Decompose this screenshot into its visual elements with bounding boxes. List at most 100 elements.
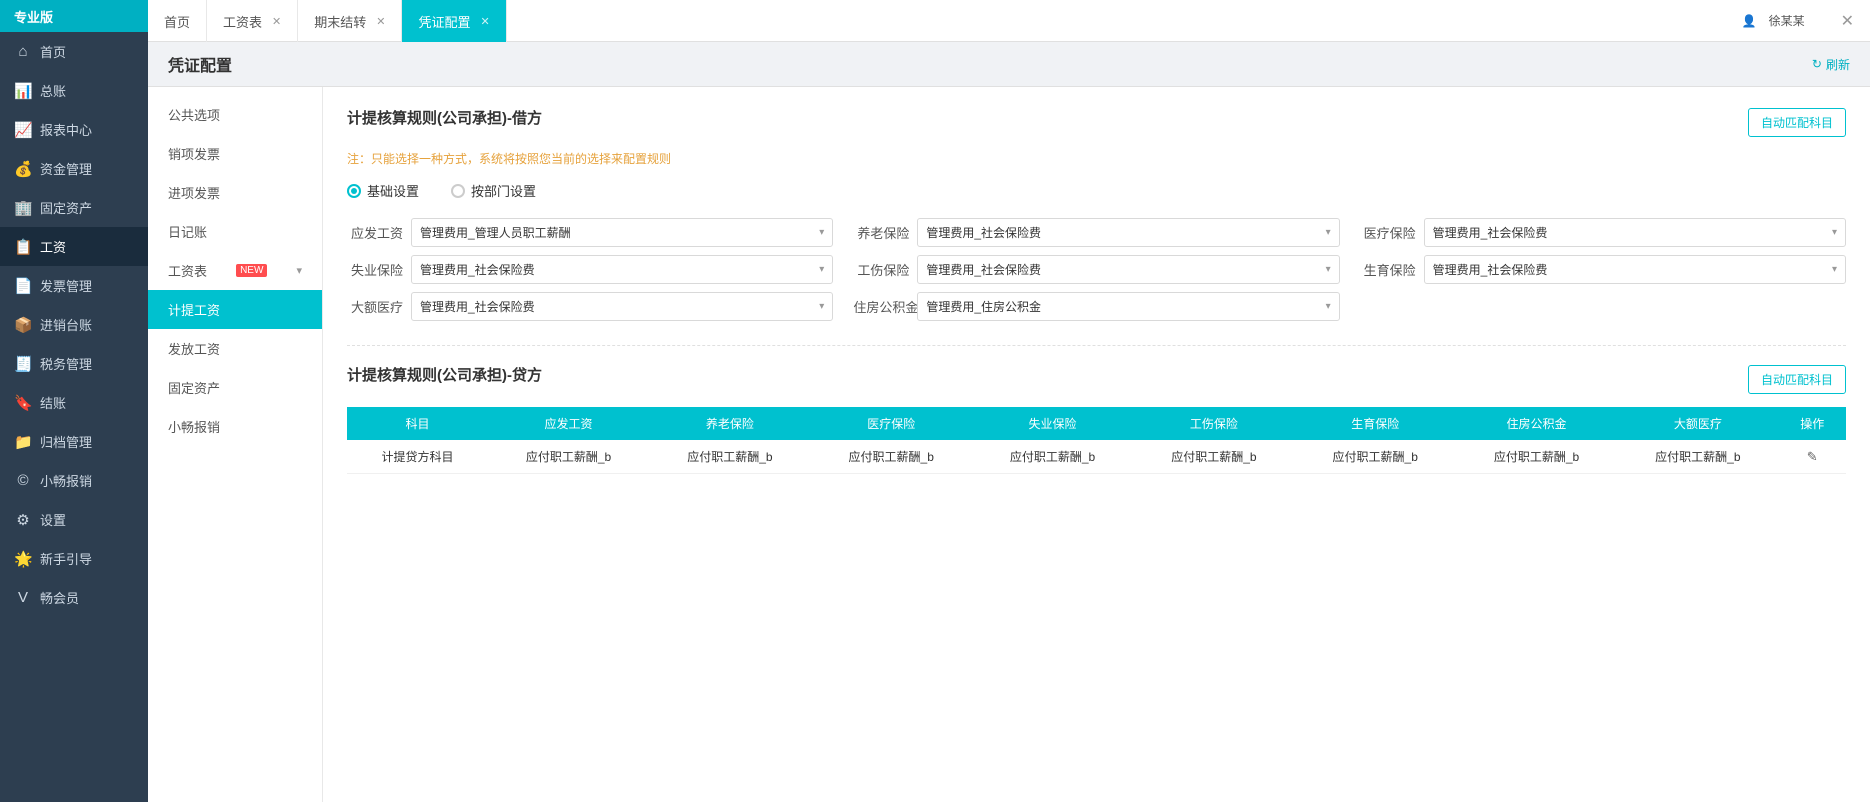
- sidebar-item-salary[interactable]: 📋工资: [0, 227, 148, 266]
- sidebar-item-settings[interactable]: ⚙设置: [0, 500, 148, 539]
- edit-icon[interactable]: ✎: [1807, 449, 1818, 464]
- left-nav-item-xiaochang-expense[interactable]: 小畅报销: [148, 407, 322, 446]
- cell-action[interactable]: ✎: [1779, 440, 1846, 474]
- topbar-right: 👤 徐某某: [1742, 12, 1825, 29]
- sidebar-item-home[interactable]: ⌂首页: [0, 32, 148, 71]
- left-nav-label-journal: 日记账: [168, 222, 207, 241]
- sidebar-item-xiaochang-report[interactable]: ©小畅报销: [0, 461, 148, 500]
- radio-dept-label: 按部门设置: [471, 181, 536, 200]
- cell-value-0-1: 应付职工薪酬_b: [649, 440, 810, 474]
- left-nav-item-journal[interactable]: 日记账: [148, 212, 322, 251]
- form-select-0-1[interactable]: 管理费用_社会保险费 ▾: [917, 218, 1339, 247]
- chevron-down-icon-2-1: ▾: [1326, 301, 1331, 312]
- sidebar-item-settlement[interactable]: 🔖结账: [0, 383, 148, 422]
- left-nav-item-pay-salary[interactable]: 发放工资: [148, 329, 322, 368]
- left-nav-item-salary-table-nav[interactable]: 工资表NEW▾: [148, 251, 322, 290]
- form-item-2-1: 住房公积金 管理费用_住房公积金 ▾: [853, 292, 1339, 321]
- sidebar-item-new-guide[interactable]: 🌟新手引导: [0, 539, 148, 578]
- radio-basic-setup[interactable]: 基础设置: [347, 181, 419, 200]
- form-select-1-0[interactable]: 管理费用_社会保险费 ▾: [411, 255, 833, 284]
- home-icon: ⌂: [14, 43, 32, 60]
- auto-match-btn-1[interactable]: 自动匹配科目: [1748, 108, 1846, 137]
- form-row-1: 失业保险 管理费用_社会保险费 ▾ 工伤保险 管理费用_社会保险费 ▾ 生育保险…: [347, 255, 1846, 284]
- form-select-1-2[interactable]: 管理费用_社会保险费 ▾: [1424, 255, 1846, 284]
- tab-period-end[interactable]: 期末结转✕: [298, 0, 402, 42]
- form-select-0-2[interactable]: 管理费用_社会保险费 ▾: [1424, 218, 1846, 247]
- left-nav-label-calc-salary: 计提工资: [168, 300, 220, 319]
- form-select-text-0-0: 管理费用_管理人员职工薪酬: [420, 224, 571, 241]
- left-nav-item-cancel-invoice[interactable]: 销项发票: [148, 134, 322, 173]
- col-header: 医疗保险: [811, 407, 972, 440]
- cell-value-0-0: 应付职工薪酬_b: [488, 440, 649, 474]
- form-select-text-1-0: 管理费用_社会保险费: [420, 261, 535, 278]
- sidebar-item-invoice-management[interactable]: 📄发票管理: [0, 266, 148, 305]
- col-header: 操作: [1779, 407, 1846, 440]
- sidebar-item-fixed-assets[interactable]: 🏢固定资产: [0, 188, 148, 227]
- tab-close-voucher-config[interactable]: ✕: [481, 15, 490, 28]
- close-icon[interactable]: ✕: [1825, 11, 1870, 31]
- col-header: 大额医疗: [1617, 407, 1778, 440]
- col-header: 科目: [347, 407, 488, 440]
- section2-title: 计提核算规则(公司承担)-贷方: [347, 364, 542, 385]
- radio-basic-label: 基础设置: [367, 181, 419, 200]
- sidebar-label-tax-management: 税务管理: [40, 354, 92, 373]
- col-header: 养老保险: [649, 407, 810, 440]
- topbar: 首页工资表✕期末结转✕ 凭证配置 ✕ 👤 徐某某 ✕: [148, 0, 1870, 42]
- form-select-2-1[interactable]: 管理费用_住房公积金 ▾: [917, 292, 1339, 321]
- sidebar-item-general-ledger[interactable]: 📊总账: [0, 71, 148, 110]
- sidebar-label-settlement: 结账: [40, 393, 66, 412]
- refresh-button[interactable]: ↻ 刷新: [1812, 56, 1850, 73]
- divider: [347, 345, 1846, 346]
- radio-dept-setup[interactable]: 按部门设置: [451, 181, 536, 200]
- tab-close-period-end[interactable]: ✕: [376, 15, 385, 28]
- sidebar-item-tax-management[interactable]: 🧾税务管理: [0, 344, 148, 383]
- xiaochang-report-icon: ©: [14, 472, 32, 489]
- app-logo: 专业版: [0, 0, 148, 32]
- chevron-down-icon-0-1: ▾: [1326, 227, 1331, 238]
- col-header: 生育保险: [1295, 407, 1456, 440]
- left-nav-label-input-invoice: 进项发票: [168, 183, 220, 202]
- form-select-text-1-1: 管理费用_社会保险费: [926, 261, 1041, 278]
- left-nav-item-public-options[interactable]: 公共选项: [148, 95, 322, 134]
- sidebar-label-new-guide: 新手引导: [40, 549, 92, 568]
- form-item-1-1: 工伤保险 管理费用_社会保险费 ▾: [853, 255, 1339, 284]
- tab-voucher-config[interactable]: 凭证配置 ✕: [402, 0, 506, 42]
- user-label: 徐某某: [1769, 12, 1805, 29]
- tab-label-voucher-config: 凭证配置: [418, 12, 470, 31]
- sidebar-item-archive-management[interactable]: 📁归档管理: [0, 422, 148, 461]
- form-item-0-2: 医疗保险 管理费用_社会保险费 ▾: [1360, 218, 1846, 247]
- sidebar-label-report-center: 报表中心: [40, 120, 92, 139]
- main-content: 首页工资表✕期末结转✕凭证配置 ✕ 👤 徐某某 ✕ 凭证配置 ↻ 刷新 公共选项销…: [148, 0, 1870, 802]
- form-item-1-0: 失业保险 管理费用_社会保险费 ▾: [347, 255, 833, 284]
- archive-management-icon: 📁: [14, 433, 32, 451]
- sidebar-item-member[interactable]: V畅会员: [0, 578, 148, 617]
- chevron-down-icon-1-2: ▾: [1832, 264, 1837, 275]
- form-row-0: 应发工资 管理费用_管理人员职工薪酬 ▾ 养老保险 管理费用_社会保险费 ▾ 医…: [347, 218, 1846, 247]
- right-content: 计提核算规则(公司承担)-借方 自动匹配科目 注：只能选择一种方式，系统将按照您…: [323, 87, 1870, 802]
- form-label-0-1: 养老保险: [853, 223, 909, 242]
- tab-salary-table[interactable]: 工资表✕: [207, 0, 298, 42]
- sidebar-item-fund-management[interactable]: 💰资金管理: [0, 149, 148, 188]
- section2-header: 计提核算规则(公司承担)-贷方 自动匹配科目: [347, 364, 1846, 395]
- chevron-down-icon-2-0: ▾: [819, 301, 824, 312]
- tab-home[interactable]: 首页: [148, 0, 207, 42]
- form-item-0-1: 养老保险 管理费用_社会保险费 ▾: [853, 218, 1339, 247]
- sidebar-item-purchase-sales[interactable]: 📦进销台账: [0, 305, 148, 344]
- tab-close-salary-table[interactable]: ✕: [272, 15, 281, 28]
- sidebar-label-settings: 设置: [40, 510, 66, 529]
- left-nav-item-calc-salary[interactable]: 计提工资: [148, 290, 322, 329]
- form-select-1-1[interactable]: 管理费用_社会保险费 ▾: [917, 255, 1339, 284]
- left-nav-item-input-invoice[interactable]: 进项发票: [148, 173, 322, 212]
- sidebar-label-purchase-sales: 进销台账: [40, 315, 92, 334]
- cell-value-0-2: 应付职工薪酬_b: [811, 440, 972, 474]
- form-select-0-0[interactable]: 管理费用_管理人员职工薪酬 ▾: [411, 218, 833, 247]
- chevron-down-icon-0-0: ▾: [819, 227, 824, 238]
- fund-management-icon: 💰: [14, 160, 32, 178]
- chevron-down-icon-1-1: ▾: [1326, 264, 1331, 275]
- sidebar-item-report-center[interactable]: 📈报表中心: [0, 110, 148, 149]
- left-nav-item-fixed-assets-nav[interactable]: 固定资产: [148, 368, 322, 407]
- form-select-2-0[interactable]: 管理费用_社会保险费 ▾: [411, 292, 833, 321]
- form-label-0-0: 应发工资: [347, 223, 403, 242]
- section1-header: 计提核算规则(公司承担)-借方 自动匹配科目: [347, 107, 1846, 138]
- auto-match-btn-2[interactable]: 自动匹配科目: [1748, 365, 1846, 394]
